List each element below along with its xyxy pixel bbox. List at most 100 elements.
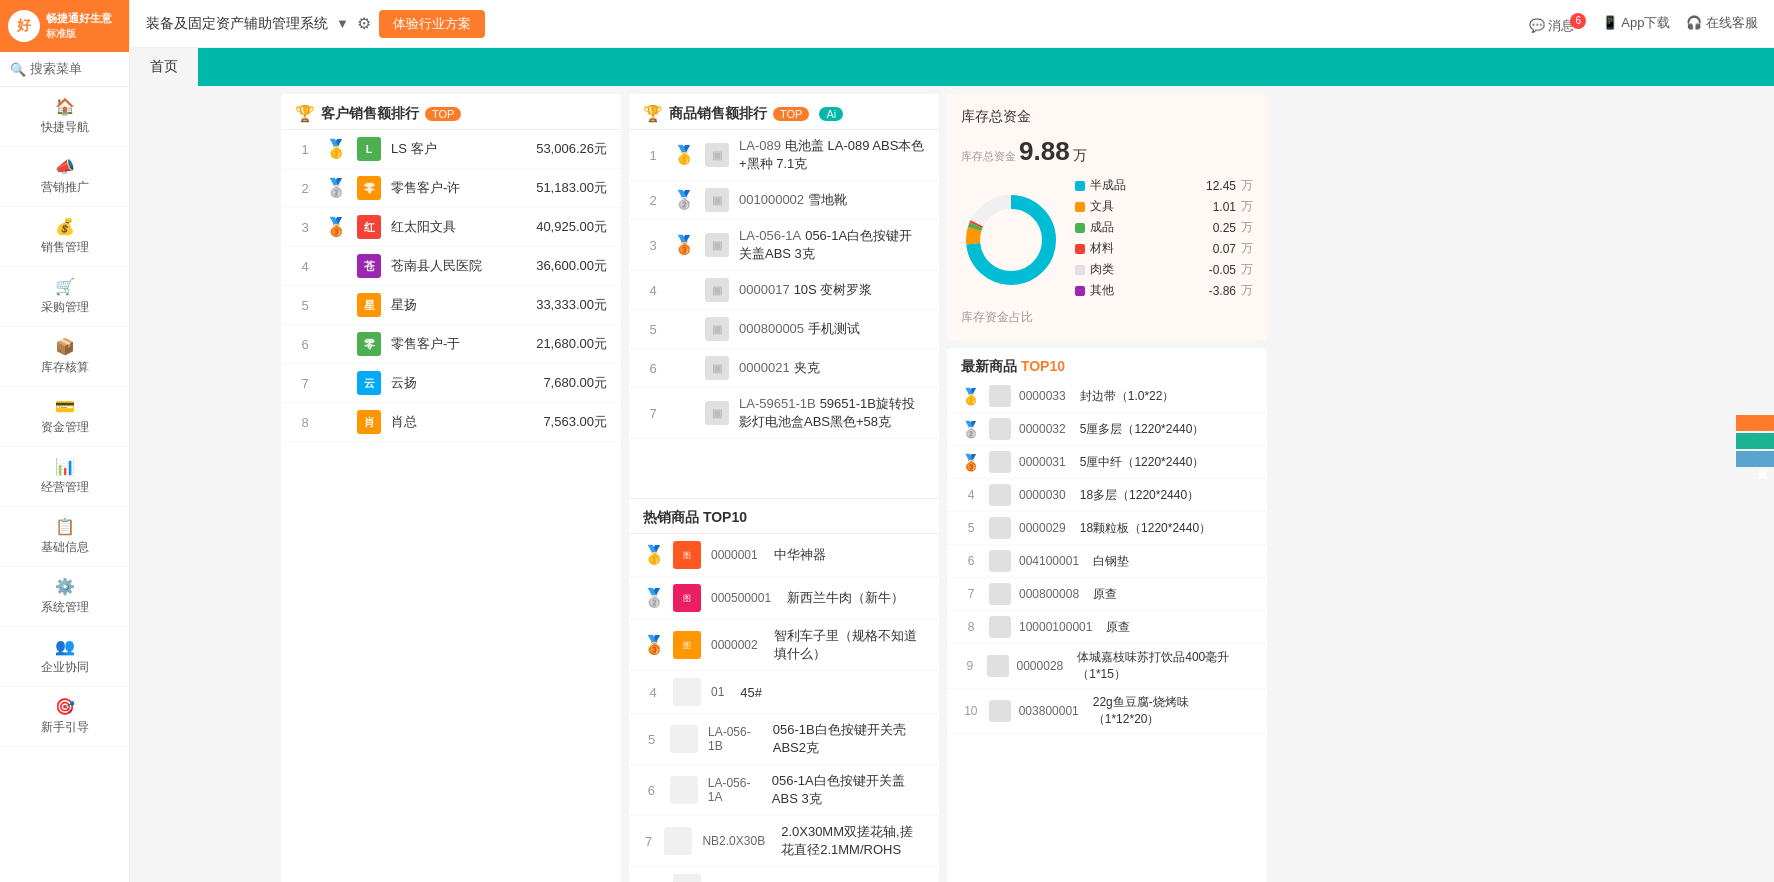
rank-number: 7 (295, 376, 315, 391)
sidebar-item-system[interactable]: ⚙️ 系统管理 (0, 567, 129, 627)
hot-products-header: 热销商品 TOP10 (629, 498, 939, 534)
sidebar-item-enterprise[interactable]: 👥 企业协同 (0, 627, 129, 687)
rank-number: 6 (295, 337, 315, 352)
new-code: 000800008 (1019, 587, 1079, 601)
legend-item: 文具 1.01 万 (1075, 198, 1253, 215)
top-products-badge: TOP (773, 107, 809, 121)
customer-rank-item: 8 🥉 肖 肖总 7,563.00元 (281, 403, 621, 442)
rank-number: 5 (643, 322, 663, 337)
product-thumb: ▣ (705, 233, 729, 257)
sidebar-item-basic-info[interactable]: 📋 基础信息 (0, 507, 129, 567)
top-products-body: 1 🥇 ▣ LA-089电池盖 LA-089 ABS本色+黑种 7.1克 2 🥈… (629, 130, 939, 498)
rank-number: 5 (295, 298, 315, 313)
medal-icon: 🥈 (673, 189, 695, 211)
rank-avatar: 零 (357, 176, 381, 200)
rank-avatar: 零 (357, 332, 381, 356)
hot-name: 45# (740, 685, 762, 700)
sidebar-item-finance[interactable]: 💳 资金管理 (0, 387, 129, 447)
rank-medal: 🥉 (643, 634, 663, 656)
customer-rank-item: 4 🥉 苍 苍南县人民医院 36,600.00元 (281, 247, 621, 286)
hot-thumb: 图 (673, 631, 701, 659)
trial-button[interactable]: 体验行业方案 (379, 10, 485, 38)
product-info: 000001710S 变树罗浆 (739, 281, 925, 299)
left-spacer (130, 86, 273, 882)
rank-number: 4 (643, 283, 663, 298)
new-thumb (989, 550, 1011, 572)
customer-ranking-panel: 🏆 客户销售额排行 TOP 1 🥇 L LS 客户 53,006.26元 2 (281, 94, 621, 882)
new-product-item: 5 0000029 18颗粒板（1220*2440） (947, 512, 1267, 545)
new-products-panel: 最新商品 TOP10 🥇 0000033 封边带（1.0*22） 🥈 00 (947, 348, 1267, 882)
inventory-amount: 9.88 (1019, 136, 1070, 166)
sidebar-item-sales[interactable]: 💰 销售管理 (0, 207, 129, 267)
rank-avatar: 肖 (357, 410, 381, 434)
finance-icon: 💳 (55, 397, 75, 416)
rank-amount: 7,680.00元 (543, 374, 607, 392)
inventory-footer: 库存资金占比 (961, 309, 1253, 326)
rank-name: 苍南县人民医院 (391, 257, 526, 275)
system-dropdown[interactable]: ▼ (336, 16, 349, 31)
new-name: 18颗粒板（1220*2440） (1080, 520, 1211, 537)
rank-number: 10 (961, 704, 981, 718)
legend-dot (1075, 223, 1085, 233)
hot-product-item: 🥉 图 0000002 智利车子里（规格不知道填什么） (629, 620, 939, 671)
sidebar-item-guide[interactable]: 🎯 新手引导 (0, 687, 129, 747)
cs-btn-hotline[interactable]: 客服热线 (1736, 415, 1774, 431)
hot-name: 新西兰牛肉（新牛） (787, 589, 904, 607)
app-download-link[interactable]: 📱 App下载 (1602, 14, 1670, 32)
tab-home[interactable]: 首页 (130, 48, 198, 86)
sidebar-item-inventory[interactable]: 📦 库存核算 (0, 327, 129, 387)
trophy-icon-2: 🏆 (643, 104, 663, 123)
sidebar-item-operations[interactable]: 📊 经营管理 (0, 447, 129, 507)
rank-avatar: 星 (357, 293, 381, 317)
legend-unit: 万 (1241, 219, 1253, 236)
rank-number: 3 (295, 220, 315, 235)
rank-avatar: 苍 (357, 254, 381, 278)
rank-number: 1 (295, 142, 315, 157)
rank-number: 7 (643, 406, 663, 421)
sidebar-logo: 好 畅捷通好生意 标准版 (0, 0, 129, 52)
search-menu[interactable]: 🔍 搜索菜单 (0, 52, 129, 87)
hot-name: 056-1A白色按键开关盖ABS 3克 (772, 772, 925, 808)
basic-info-icon: 📋 (55, 517, 75, 536)
rank-number: 4 (295, 259, 315, 274)
new-code: 0000028 (1017, 659, 1064, 673)
new-code: 0000030 (1019, 488, 1066, 502)
new-product-item: 8 10000100001 原查 (947, 611, 1267, 644)
rank-name: 零售客户-许 (391, 179, 526, 197)
inventory-panel: 库存总资金 库存总资金 9.88 万 (947, 94, 1267, 340)
online-service-link[interactable]: 🎧 在线客服 (1686, 14, 1758, 32)
sidebar-item-marketing[interactable]: 📣 营销推广 (0, 147, 129, 207)
inventory-chart-area: 半成品 12.45 万 文具 1.01 万 (961, 177, 1253, 303)
customer-rank-item: 3 🥉 红 红太阳文具 40,925.00元 (281, 208, 621, 247)
legend-value: -0.05 (1209, 263, 1236, 277)
hot-thumb (670, 725, 698, 753)
rank-amount: 36,600.00元 (536, 257, 607, 275)
search-icon: 🔍 (10, 62, 26, 77)
rank-avatar: L (357, 137, 381, 161)
product-info: 001000002雪地靴 (739, 191, 925, 209)
customer-ranking-badge: TOP (425, 107, 461, 121)
message-link[interactable]: 💬 消息6 (1529, 13, 1587, 35)
new-name: 体城嘉枝味苏打饮品400毫升（1*15） (1077, 649, 1253, 683)
product-rank-item: 1 🥇 ▣ LA-089电池盖 LA-089 ABS本色+黑种 7.1克 (629, 130, 939, 181)
settings-icon[interactable]: ⚙ (357, 14, 371, 33)
cs-btn-community[interactable]: 服务社区 (1736, 433, 1774, 449)
new-thumb (987, 655, 1009, 677)
rank-number: 5 (961, 521, 981, 535)
product-rank-item: 4 🥉 ▣ 000001710S 变树罗浆 (629, 271, 939, 310)
product-rank-item: 5 🥉 ▣ 000800005手机测试 (629, 310, 939, 349)
legend-item: 其他 -3.86 万 (1075, 282, 1253, 299)
legend-value: 0.25 (1213, 221, 1236, 235)
new-code: 0000031 (1019, 455, 1066, 469)
new-products-list: 🥇 0000033 封边带（1.0*22） 🥈 0000032 5厘多层（122… (947, 376, 1267, 882)
new-product-item: 🥇 0000033 封边带（1.0*22） (947, 380, 1267, 413)
cs-btn-live[interactable]: 直播 (1736, 451, 1774, 467)
hot-thumb (673, 678, 701, 706)
sidebar-item-purchase[interactable]: 🛒 采购管理 (0, 267, 129, 327)
hot-thumb (664, 827, 692, 855)
medal-icon: 🥉 (325, 216, 347, 238)
product-rank-item: 6 🥉 ▣ 0000021夹克 (629, 349, 939, 388)
marketing-icon: 📣 (55, 157, 75, 176)
sidebar-item-quick-nav[interactable]: 🏠 快捷导航 (0, 87, 129, 147)
rank-num: 5 (643, 732, 660, 747)
